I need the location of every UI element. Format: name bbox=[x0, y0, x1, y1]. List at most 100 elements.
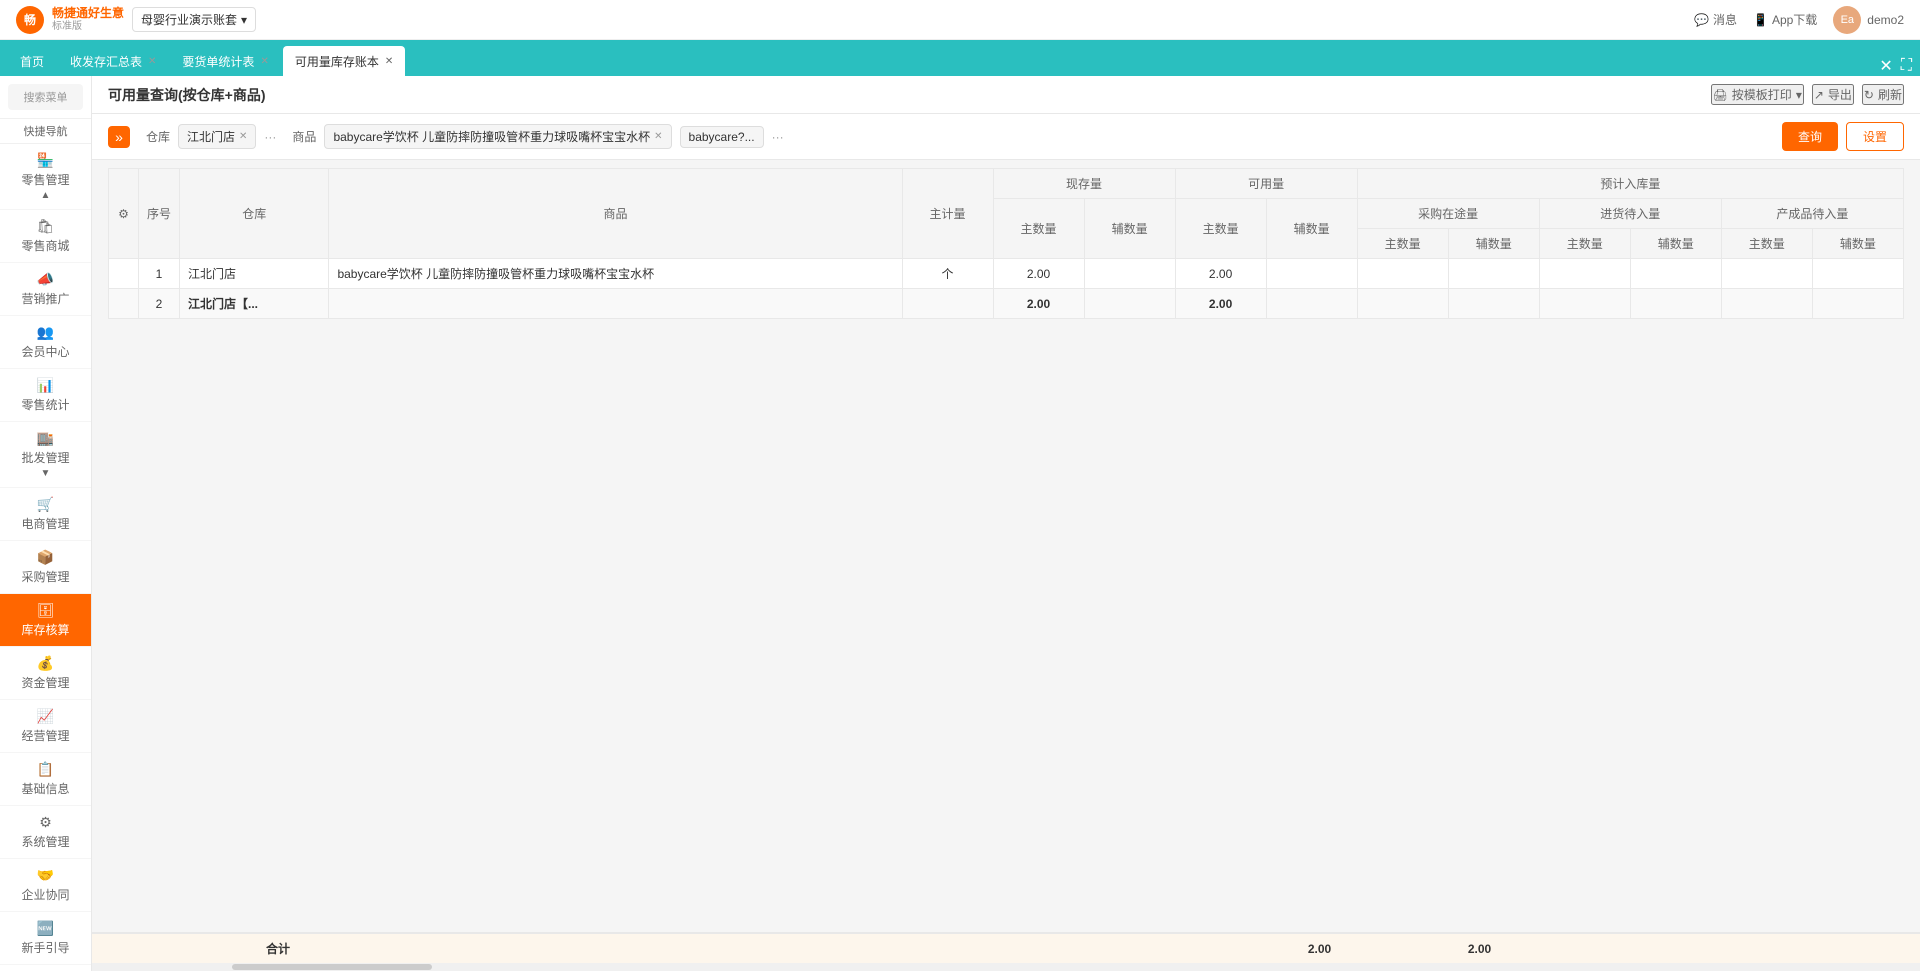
sidebar-item-system[interactable]: ⚙ 系统管理 bbox=[0, 806, 91, 859]
goods-filter-group: 商品 babycare学饮杯 儿童防摔防撞吸管杯重力球吸嘴杯宝宝水杯 ✕ bab… bbox=[292, 124, 783, 149]
sidebar-item-ecommerce[interactable]: 🛒 电商管理 bbox=[0, 488, 91, 541]
close-all-tabs-btn[interactable]: ✕ bbox=[1879, 56, 1892, 76]
message-btn[interactable]: 💬 消息 bbox=[1694, 11, 1737, 28]
sidebar-item-base-info[interactable]: 📋 基础信息 bbox=[0, 753, 91, 806]
content-area: 可用量查询(按仓库+商品) 🖨 按模板打印 ▾ ↗ 导出 ↻ 刷新 » bbox=[92, 76, 1920, 971]
retail-mgmt-icon: 🏪 bbox=[37, 152, 54, 169]
th-production-main: 主数量 bbox=[1721, 229, 1812, 259]
goods-tag-1[interactable]: babycare学饮杯 儿童防摔防撞吸管杯重力球吸嘴杯宝宝水杯 ✕ bbox=[324, 124, 671, 149]
user-avatar: Ea bbox=[1833, 6, 1861, 34]
table-area: ⚙ 序号 仓库 商品 主计量 现存量 可用量 预计入库量 主数量 辅数量 主数量… bbox=[92, 160, 1920, 932]
sidebar-item-inventory[interactable]: 🗄 库存核算 bbox=[0, 594, 91, 647]
warehouse-tag-close[interactable]: ✕ bbox=[239, 131, 247, 142]
main-layout: 搜索菜单 快捷导航 🏪 零售管理 ▲ 🛍 零售商城 📣 营销推广 👥 会员中心 … bbox=[0, 76, 1920, 971]
th-stock-group: 现存量 bbox=[993, 169, 1175, 199]
filter-expand-btn[interactable]: » bbox=[108, 126, 130, 148]
sidebar-item-marketing[interactable]: 📣 营销推广 bbox=[0, 263, 91, 316]
sidebar-item-purchase[interactable]: 📦 采购管理 bbox=[0, 541, 91, 594]
tab-receive-pay[interactable]: 收发存汇总表 ✕ bbox=[58, 46, 168, 76]
org-selector[interactable]: 母婴行业演示账套 ▾ bbox=[132, 7, 256, 32]
new-guide-icon: 🆕 bbox=[37, 920, 54, 937]
settings-btn[interactable]: 设置 bbox=[1846, 122, 1904, 151]
page-actions: 🖨 按模板打印 ▾ ↗ 导出 ↻ 刷新 bbox=[1711, 84, 1904, 105]
warehouse-tag[interactable]: 江北门店 ✕ bbox=[178, 124, 256, 149]
goods-more-btn[interactable]: ··· bbox=[772, 130, 784, 144]
nav-tabs-actions: ✕ ⛶ bbox=[1879, 56, 1912, 76]
tab-order-stats[interactable]: 要货单统计表 ✕ bbox=[170, 46, 280, 76]
table-total-footer: 合计 2.00 2.00 bbox=[92, 932, 1920, 963]
footer-unit-empty bbox=[1220, 934, 1280, 963]
tab-home[interactable]: 首页 bbox=[8, 46, 56, 76]
sidebar-item-finance[interactable]: 💰 资金管理 bbox=[0, 647, 91, 700]
template-print-btn[interactable]: 🖨 按模板打印 ▾ bbox=[1711, 84, 1804, 105]
search-menu-btn[interactable]: 搜索菜单 bbox=[8, 84, 83, 110]
sidebar-item-app-center[interactable]: 🔲 应用中心 bbox=[0, 965, 91, 971]
row1-purchase-main bbox=[1357, 259, 1448, 289]
scrollbar-thumb[interactable] bbox=[232, 964, 432, 970]
top-bar: 畅 畅捷通好生意 标准版 母婴行业演示账套 ▾ 💬 消息 📱 App下载 Ea … bbox=[0, 0, 1920, 40]
close-tab-available-stock[interactable]: ✕ bbox=[385, 56, 393, 67]
close-tab-order-stats[interactable]: ✕ bbox=[260, 56, 268, 67]
refresh-btn[interactable]: ↻ 刷新 bbox=[1862, 84, 1904, 105]
marketing-icon: 📣 bbox=[37, 271, 54, 288]
retail-store-icon: 🛍 bbox=[37, 218, 55, 235]
goods-tag-2[interactable]: babycare?... bbox=[680, 126, 764, 148]
goods-label: 商品 bbox=[292, 128, 316, 145]
th-purchase-group: 采购在途量 bbox=[1357, 199, 1539, 229]
sidebar-item-retail-store[interactable]: 🛍 零售商城 bbox=[0, 210, 91, 263]
page-title: 可用量查询(按仓库+商品) bbox=[108, 85, 266, 105]
th-gear[interactable]: ⚙ bbox=[109, 169, 139, 259]
row2-production-aux bbox=[1812, 289, 1903, 319]
sidebar-item-enterprise[interactable]: 🤝 企业协同 bbox=[0, 859, 91, 912]
sidebar: 搜索菜单 快捷导航 🏪 零售管理 ▲ 🛍 零售商城 📣 营销推广 👥 会员中心 … bbox=[0, 76, 92, 971]
ecommerce-icon: 🛒 bbox=[37, 496, 54, 513]
table-row: 1 江北门店 babycare学饮杯 儿童防摔防撞吸管杯重力球吸嘴杯宝宝水杯 个… bbox=[109, 259, 1904, 289]
footer-table: 合计 2.00 2.00 bbox=[108, 934, 1904, 963]
system-icon: ⚙ bbox=[39, 814, 52, 831]
sidebar-item-retail-mgmt[interactable]: 🏪 零售管理 ▲ bbox=[0, 144, 91, 210]
horizontal-scrollbar[interactable] bbox=[92, 963, 1920, 971]
query-btn[interactable]: 查询 bbox=[1782, 122, 1838, 151]
user-menu[interactable]: Ea demo2 bbox=[1833, 6, 1904, 34]
close-tab-receive-pay[interactable]: ✕ bbox=[148, 56, 156, 67]
row1-purchase-aux bbox=[1448, 259, 1539, 289]
th-available-group: 可用量 bbox=[1175, 169, 1357, 199]
row1-warehouse: 江北门店 bbox=[180, 259, 329, 289]
export-btn[interactable]: ↗ 导出 bbox=[1812, 84, 1854, 105]
footer-stock-aux bbox=[1360, 934, 1440, 963]
app-download-btn[interactable]: 📱 App下载 bbox=[1753, 11, 1817, 28]
footer-rest bbox=[1520, 934, 1904, 963]
row1-production-aux bbox=[1812, 259, 1903, 289]
quick-nav-btn[interactable]: 快捷导航 bbox=[0, 119, 91, 144]
row2-available-aux bbox=[1266, 289, 1357, 319]
row1-gear bbox=[109, 259, 139, 289]
row2-purchase-main bbox=[1357, 289, 1448, 319]
row1-num: 1 bbox=[139, 259, 180, 289]
row2-stock-main: 2.00 bbox=[993, 289, 1084, 319]
sidebar-item-operations[interactable]: 📈 经营管理 bbox=[0, 700, 91, 753]
goods-tag-1-close[interactable]: ✕ bbox=[654, 131, 662, 142]
row1-production-main bbox=[1721, 259, 1812, 289]
operations-icon: 📈 bbox=[37, 708, 54, 725]
th-unit: 主计量 bbox=[902, 169, 993, 259]
sidebar-item-new-guide[interactable]: 🆕 新手引导 bbox=[0, 912, 91, 965]
row2-num: 2 bbox=[139, 289, 180, 319]
sidebar-item-member[interactable]: 👥 会员中心 bbox=[0, 316, 91, 369]
tab-available-stock[interactable]: 可用量库存账本 ✕ bbox=[283, 46, 405, 76]
filter-bar: » 仓库 江北门店 ✕ ··· 商品 babycare学饮杯 儿童防摔防撞吸管杯… bbox=[92, 114, 1920, 160]
member-icon: 👥 bbox=[37, 324, 54, 341]
sidebar-item-wholesale[interactable]: 🏬 批发管理 ▼ bbox=[0, 422, 91, 488]
purchase-icon: 📦 bbox=[37, 549, 54, 566]
footer-label: 合计 bbox=[258, 934, 1220, 963]
warehouse-more-btn[interactable]: ··· bbox=[264, 130, 276, 144]
row2-warehouse: 江北门店【... bbox=[180, 289, 329, 319]
th-goods: 商品 bbox=[329, 169, 902, 259]
maximize-btn[interactable]: ⛶ bbox=[1901, 57, 1912, 75]
retail-stats-icon: 📊 bbox=[37, 377, 54, 394]
row1-stock-main: 2.00 bbox=[993, 259, 1084, 289]
sidebar-item-retail-stats[interactable]: 📊 零售统计 bbox=[0, 369, 91, 422]
wholesale-icon: 🏬 bbox=[37, 430, 54, 447]
th-available-main: 主数量 bbox=[1175, 199, 1266, 259]
footer-empty3 bbox=[178, 934, 258, 963]
th-forecast-group: 预计入库量 bbox=[1357, 169, 1903, 199]
